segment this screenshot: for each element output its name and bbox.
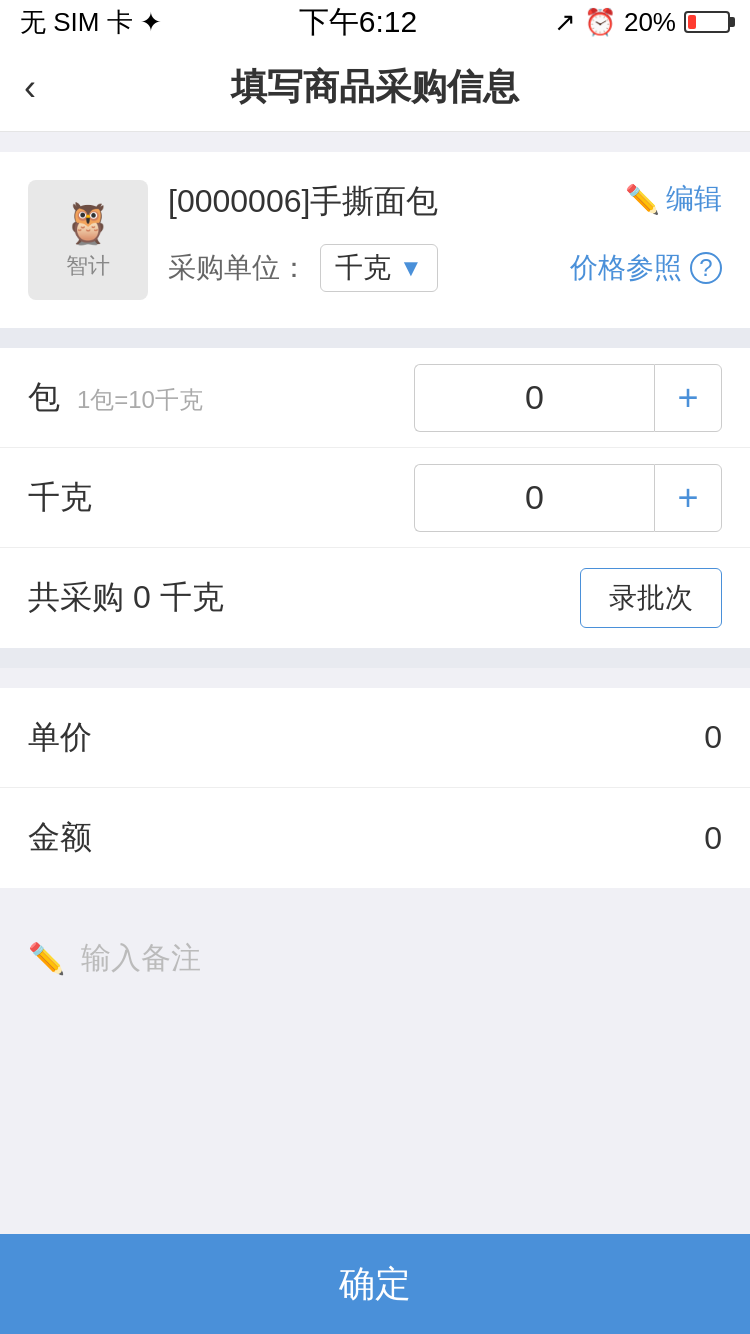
battery-icon [684,11,730,33]
total-row: 共采购 0 千克 录批次 [0,548,750,648]
kg-input-row: 千克 + [0,448,750,548]
notes-placeholder: 输入备注 [81,938,201,979]
unit-price-label: 单价 [28,716,704,760]
product-thumbnail: 🦉 智计 [28,180,148,300]
edit-icon: ✏️ [625,183,660,216]
unit-selector[interactable]: 千克 ▼ [320,244,438,292]
confirm-bar[interactable]: 确定 [0,1234,750,1334]
amount-value: 0 [704,820,722,857]
owl-icon: 🦉 [63,200,113,247]
status-bar: 无 SIM 卡 ✦ 下午6:12 ↗ ⏰ 20% [0,0,750,44]
nav-bar: ‹ 填写商品采购信息 [0,44,750,132]
amount-label: 金额 [28,816,704,860]
kg-quantity-input[interactable] [414,464,654,532]
bag-plus-button[interactable]: + [654,364,722,432]
unit-value: 千克 [335,249,391,287]
bag-input-row: 包 1包=10千克 + [0,348,750,448]
status-left: 无 SIM 卡 ✦ [20,5,162,40]
pencil-icon: ✏️ [28,941,65,976]
unit-label: 采购单位： [168,249,308,287]
location-icon: ↗ [554,7,576,38]
notes-section[interactable]: ✏️ 输入备注 [0,908,750,1008]
section-divider-1 [0,328,750,348]
edit-button[interactable]: ✏️ 编辑 [625,180,722,218]
unit-price-row: 单价 0 [0,688,750,788]
alarm-icon: ⏰ [584,7,616,38]
price-section: 单价 0 金额 0 [0,688,750,888]
confirm-button[interactable]: 确定 [339,1260,411,1309]
price-ref-label: 价格参照 [570,249,682,287]
unit-price-value: 0 [704,719,722,756]
thumb-text: 智计 [66,251,110,281]
quantity-input-section: 包 1包=10千克 + 千克 + [0,348,750,548]
product-info: [0000006]手撕面包 ✏️ 编辑 采购单位： 千克 ▼ 价格参照 ? [168,180,722,292]
battery-percent: 20% [624,7,676,38]
product-name: [0000006]手撕面包 [168,180,438,224]
bag-label: 包 1包=10千克 [28,376,414,420]
section-divider-2 [0,648,750,668]
bag-sub-label: 1包=10千克 [77,386,203,413]
batch-button[interactable]: 录批次 [580,568,722,628]
status-right: ↗ ⏰ 20% [554,7,730,38]
bag-quantity-input[interactable] [414,364,654,432]
kg-qty-wrapper: + [414,464,722,532]
kg-plus-button[interactable]: + [654,464,722,532]
amount-row: 金额 0 [0,788,750,888]
page-title: 填写商品采购信息 [231,63,519,112]
back-button[interactable]: ‹ [24,67,36,109]
sim-label: 无 SIM 卡 ✦ [20,5,162,40]
kg-label: 千克 [28,476,414,520]
dropdown-arrow-icon: ▼ [399,254,423,282]
price-ref-button[interactable]: 价格参照 ? [570,249,722,287]
status-time: 下午6:12 [299,2,417,43]
total-label: 共采购 0 千克 [28,576,580,620]
price-ref-help-icon: ? [690,252,722,284]
product-card: 🦉 智计 [0000006]手撕面包 ✏️ 编辑 采购单位： 千克 ▼ 价格参照 [0,152,750,328]
bag-qty-wrapper: + [414,364,722,432]
